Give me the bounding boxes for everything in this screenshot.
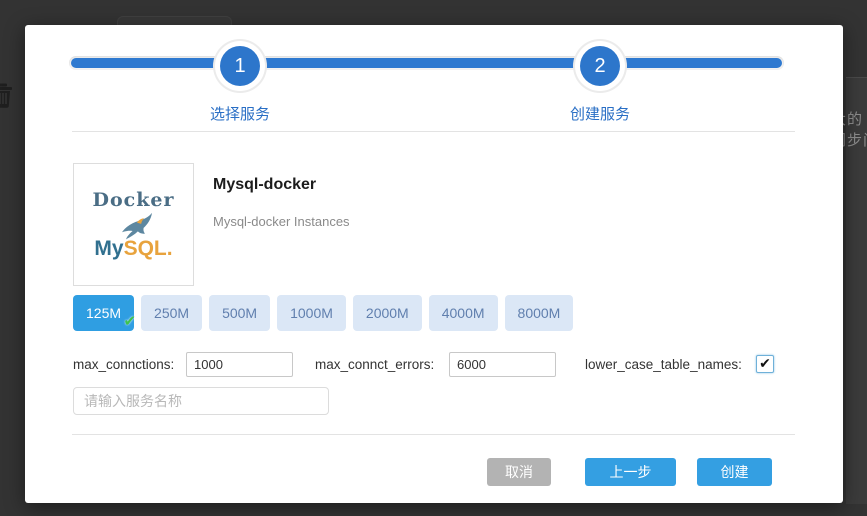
max-connect-errors-input[interactable] — [449, 352, 556, 377]
docker-logo-text: Docker — [92, 188, 175, 211]
step-2-label: 创建服务 — [569, 106, 630, 123]
trash-icon — [0, 82, 14, 113]
service-name-input[interactable] — [73, 387, 329, 415]
selected-check-icon: ✔ — [123, 313, 137, 330]
size-option-125m[interactable]: 125M ✔ — [73, 295, 136, 331]
service-title: Mysql-docker — [213, 176, 317, 193]
checkbox-check-icon: ✔ — [759, 355, 771, 371]
size-option-8000m[interactable]: 8000M — [504, 295, 574, 331]
max-connect-errors-label: max_connct_errors: — [315, 357, 435, 372]
max-connections-input[interactable] — [186, 352, 293, 377]
size-option-1000m[interactable]: 1000M — [277, 295, 346, 331]
mysql-logo-text: MySQL. — [94, 236, 173, 260]
size-options: 125M ✔ 250M 500M 1000M 2000M 4000M 8000M — [73, 295, 580, 331]
max-connections-label: max_connctions: — [73, 357, 175, 372]
service-logo: Docker MySQL. — [73, 163, 194, 286]
size-option-500m[interactable]: 500M — [209, 295, 271, 331]
size-option-2000m[interactable]: 2000M — [352, 295, 422, 331]
step-1-circle[interactable]: 1 — [213, 39, 267, 93]
size-option-250m[interactable]: 250M — [141, 295, 203, 331]
lower-case-table-names-label: lower_case_table_names: — [585, 357, 742, 372]
divider — [72, 434, 795, 435]
previous-step-button[interactable]: 上一步 — [585, 458, 676, 486]
service-subtitle: Mysql-docker Instances — [213, 214, 350, 229]
step-2-number: 2 — [580, 46, 620, 86]
step-2-circle[interactable]: 2 — [573, 39, 627, 93]
lower-case-table-names-checkbox[interactable]: ✔ — [756, 355, 774, 373]
cancel-button[interactable]: 取消 — [487, 458, 551, 486]
create-service-dialog: 1 2 选择服务 创建服务 Docker MySQL. Mysql-docker… — [25, 25, 843, 503]
size-option-4000m[interactable]: 4000M — [428, 295, 498, 331]
step-1-number: 1 — [220, 46, 260, 86]
create-button[interactable]: 创建 — [697, 458, 772, 486]
stepper-track — [69, 56, 784, 70]
stepper-progress-bar — [71, 58, 782, 68]
divider — [72, 131, 795, 132]
step-1-label: 选择服务 — [209, 106, 270, 123]
